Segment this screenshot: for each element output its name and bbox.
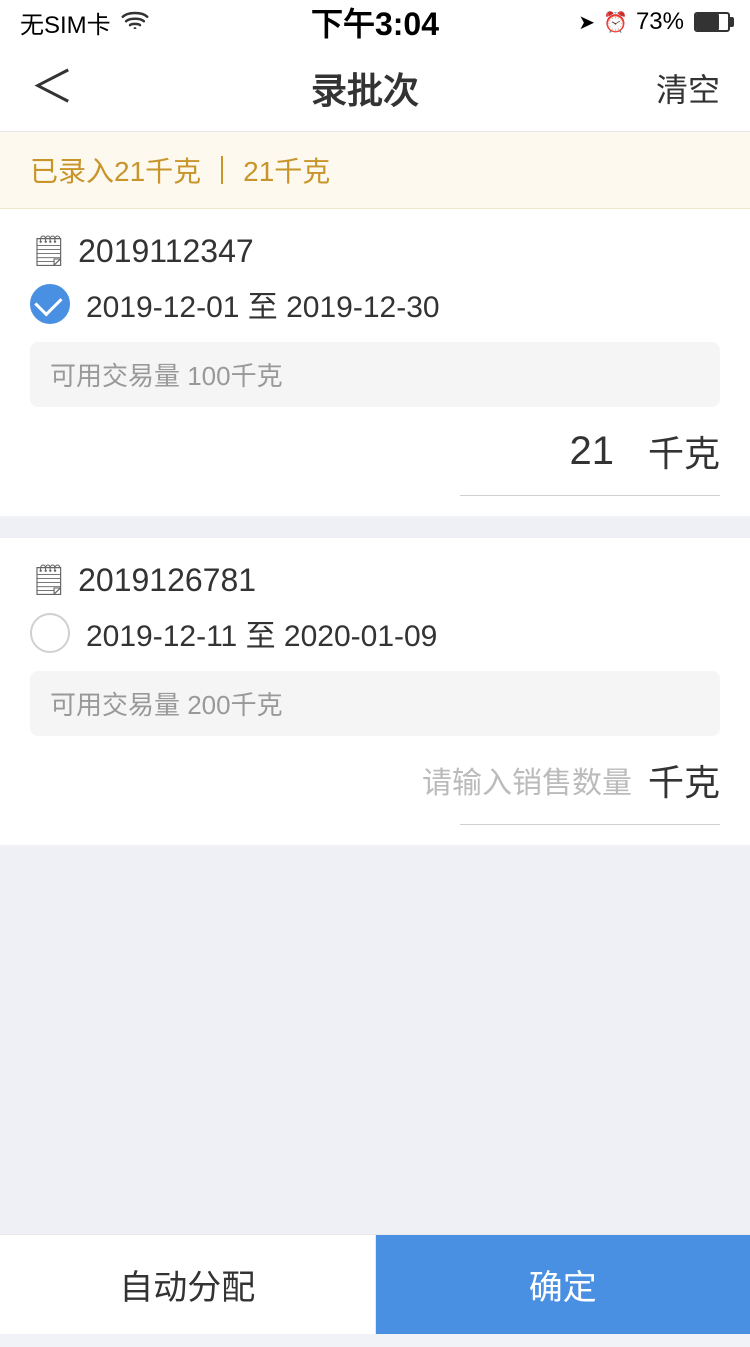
batch-1-id-row: 🗒 2019112347	[30, 233, 720, 270]
batch-card-2-content: 🗒 2019126781 2019-12-11 至 2020-01-09 可用交…	[0, 538, 750, 736]
batch-2-id: 2019126781	[78, 562, 256, 599]
batch-card-1: 🗒 2019112347 2019-12-01 至 2019-12-30 可用交…	[0, 209, 750, 516]
alarm-icon: ⏰	[603, 10, 628, 35]
batch-2-available-qty: 可用交易量 200千克	[30, 671, 720, 736]
info-banner: 已录入21千克 21千克	[0, 132, 750, 209]
batch-1-date-row[interactable]: 2019-12-01 至 2019-12-30	[30, 282, 720, 326]
status-left: 无SIM卡	[20, 5, 149, 40]
batch-2-input-placeholder: 请输入销售数量	[422, 758, 632, 802]
batch-card-2: 🗒 2019126781 2019-12-11 至 2020-01-09 可用交…	[0, 538, 750, 845]
nav-bar: ＜ 录批次 清空	[0, 44, 750, 132]
batch-1-qty-value: 21	[569, 429, 614, 474]
battery-icon	[694, 12, 730, 32]
batch-2-date: 2019-12-11 至 2020-01-09	[86, 611, 437, 655]
confirm-label: 确定	[529, 1260, 597, 1309]
batch-2-radio[interactable]	[30, 613, 70, 653]
auto-distribute-label: 自动分配	[119, 1260, 255, 1309]
batch-2-date-row[interactable]: 2019-12-11 至 2020-01-09	[30, 611, 720, 655]
info-banner-label: 已录入21千克	[30, 150, 201, 190]
battery-text: 73%	[636, 8, 684, 36]
footer: 自动分配 确定	[0, 1234, 750, 1334]
clear-button[interactable]: 清空	[656, 65, 720, 111]
status-time: 下午3:04	[311, 0, 439, 45]
batch-1-date: 2019-12-01 至 2019-12-30	[86, 282, 440, 326]
info-banner-value: 21千克	[243, 150, 330, 190]
batch-2-input-row[interactable]: 请输入销售数量 千克	[0, 736, 750, 824]
auto-distribute-button[interactable]: 自动分配	[0, 1235, 376, 1334]
status-bar: 无SIM卡 下午3:04 ➤ ⏰ 73%	[0, 0, 750, 44]
batch-1-doc-icon: 🗒	[30, 234, 68, 269]
wifi-icon	[121, 8, 149, 36]
info-banner-divider	[221, 156, 223, 184]
location-icon: ➤	[578, 10, 595, 35]
batch-1-available-qty: 可用交易量 100千克	[30, 342, 720, 407]
batch-1-radio[interactable]	[30, 284, 70, 324]
batch-2-doc-icon: 🗒	[30, 563, 68, 598]
section-divider	[0, 518, 750, 538]
main-content: 已录入21千克 21千克 🗒 2019112347 2019-12-01 至 2…	[0, 132, 750, 1347]
batch-card-1-content: 🗒 2019112347 2019-12-01 至 2019-12-30 可用交…	[0, 209, 750, 407]
batch-2-id-row: 🗒 2019126781	[30, 562, 720, 599]
batch-1-id: 2019112347	[78, 233, 254, 270]
batch-1-qty-row: 21 千克	[0, 407, 750, 495]
batch-2-bottom-padding	[0, 825, 750, 845]
batch-2-input-unit: 千克	[648, 754, 720, 806]
back-button[interactable]: ＜	[30, 66, 74, 110]
bottom-spacer	[0, 847, 750, 1247]
page-title: 录批次	[311, 62, 419, 114]
carrier-text: 无SIM卡	[20, 5, 111, 40]
confirm-button[interactable]: 确定	[376, 1235, 750, 1334]
status-right: ➤ ⏰ 73%	[578, 8, 730, 36]
batch-1-bottom-padding	[0, 496, 750, 516]
batch-1-qty-unit: 千克	[648, 425, 720, 477]
